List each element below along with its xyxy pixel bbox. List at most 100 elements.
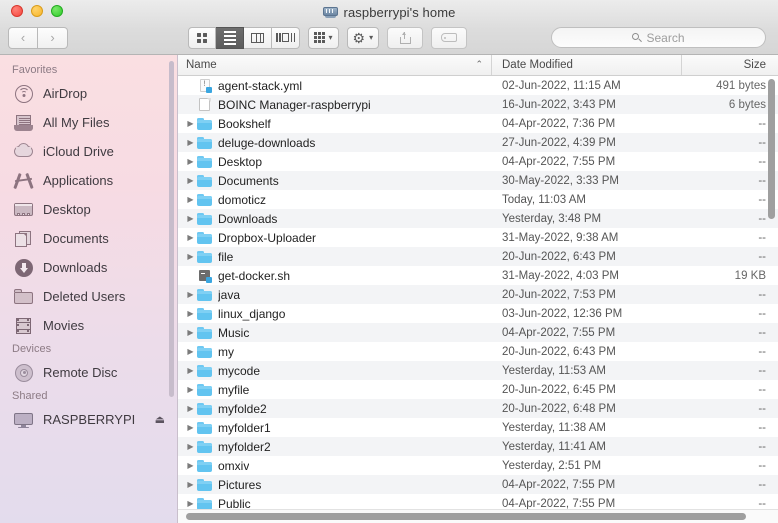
table-row[interactable]: ▶ Bookshelf 04-Apr-2022, 7:36 PM --: [178, 114, 778, 133]
coverflow-view-button[interactable]: [272, 26, 300, 49]
disclosure-triangle-icon[interactable]: ▶: [184, 119, 197, 128]
window-title-label: raspberrypi's home: [343, 4, 456, 20]
disclosure-triangle-icon[interactable]: ▶: [184, 385, 197, 394]
search-field[interactable]: Search: [551, 27, 766, 48]
action-menu-button[interactable]: ⚙ ▾: [346, 26, 380, 49]
table-row[interactable]: ▶! agent-stack.yml 02-Jun-2022, 11:15 AM 49…: [178, 76, 778, 95]
sidebar-item-icloud-drive[interactable]: iCloud Drive: [0, 137, 177, 166]
sidebar-item-downloads[interactable]: Downloads: [0, 253, 177, 282]
table-row[interactable]: ▶ java 20-Jun-2022, 7:53 PM --: [178, 285, 778, 304]
vertical-scrollbar[interactable]: [768, 79, 775, 219]
close-button[interactable]: [11, 5, 23, 17]
table-row[interactable]: ▶ myfolde2 20-Jun-2022, 6:48 PM --: [178, 399, 778, 418]
table-row[interactable]: ▶ Desktop 04-Apr-2022, 7:55 PM --: [178, 152, 778, 171]
table-row[interactable]: ▶ Documents 30-May-2022, 3:33 PM --: [178, 171, 778, 190]
tag-button[interactable]: [431, 26, 468, 49]
minimize-button[interactable]: [31, 5, 43, 17]
folder-icon: [197, 344, 213, 359]
cell-size: --: [758, 193, 766, 206]
file-name-label: Music: [218, 325, 250, 340]
disclosure-triangle-icon[interactable]: ▶: [184, 366, 197, 375]
table-row[interactable]: ▶ deluge-downloads 27-Jun-2022, 4:39 PM --: [178, 133, 778, 152]
eject-icon[interactable]: ⏏: [155, 413, 165, 426]
share-button[interactable]: [387, 26, 424, 49]
disclosure-triangle-icon[interactable]: ▶: [184, 442, 197, 451]
list-icon: [223, 30, 236, 45]
sidebar: Favorites AirDrop All My Files iCloud Dr: [0, 55, 178, 523]
sidebar-item-label: Remote Disc: [43, 365, 118, 380]
table-row[interactable]: ▶ get-docker.sh 31-May-2022, 4:03 PM 19 KB: [178, 266, 778, 285]
cell-size: --: [758, 307, 766, 320]
column-header-date-modified[interactable]: Date Modified: [492, 55, 682, 75]
disclosure-triangle-icon[interactable]: ▶: [184, 157, 197, 166]
disclosure-triangle-icon[interactable]: ▶: [184, 195, 197, 204]
sidebar-item-airdrop[interactable]: AirDrop: [0, 79, 177, 108]
window-title: raspberrypi's home: [0, 2, 778, 22]
sidebar-item-all-my-files[interactable]: All My Files: [0, 108, 177, 137]
sidebar-item-label: Deleted Users: [43, 289, 126, 304]
table-row[interactable]: ▶ Music 04-Apr-2022, 7:55 PM --: [178, 323, 778, 342]
disclosure-spacer: ▶: [184, 100, 197, 109]
zoom-button[interactable]: [51, 5, 63, 17]
share-icon: [399, 31, 411, 44]
sidebar-item-desktop[interactable]: Desktop: [0, 195, 177, 224]
table-row[interactable]: ▶ domoticz Today, 11:03 AM --: [178, 190, 778, 209]
disclosure-triangle-icon[interactable]: ▶: [184, 499, 197, 508]
disclosure-triangle-icon[interactable]: ▶: [184, 290, 197, 299]
cell-size: --: [758, 174, 766, 187]
table-row[interactable]: ▶ Dropbox-Uploader 31-May-2022, 9:38 AM --: [178, 228, 778, 247]
file-name-label: my: [218, 344, 234, 359]
sidebar-scrollbar[interactable]: [169, 61, 174, 397]
horizontal-scrollbar-track[interactable]: [178, 509, 778, 523]
table-row[interactable]: ▶ linux_django 03-Jun-2022, 12:36 PM --: [178, 304, 778, 323]
cell-size: --: [758, 402, 766, 415]
table-row[interactable]: ▶ BOINC Manager-raspberrypi 16-Jun-2022, 3…: [178, 95, 778, 114]
table-row[interactable]: ▶ mycode Yesterday, 11:53 AM --: [178, 361, 778, 380]
cell-name: ▶ Desktop: [178, 154, 492, 169]
list-view-button[interactable]: [216, 26, 244, 49]
disclosure-triangle-icon[interactable]: ▶: [184, 233, 197, 242]
table-row[interactable]: ▶ my 20-Jun-2022, 6:43 PM --: [178, 342, 778, 361]
sidebar-item-movies[interactable]: Movies: [0, 311, 177, 340]
disclosure-triangle-icon[interactable]: ▶: [184, 328, 197, 337]
table-row[interactable]: ▶ myfolder2 Yesterday, 11:41 AM --: [178, 437, 778, 456]
disclosure-spacer: ▶: [184, 81, 197, 90]
disclosure-triangle-icon[interactable]: ▶: [184, 176, 197, 185]
arrange-button[interactable]: ▾: [308, 26, 339, 49]
sidebar-item-raspberrypi[interactable]: RASPBERRYPI ⏏: [0, 405, 177, 434]
sidebar-item-deleted-users[interactable]: Deleted Users: [0, 282, 177, 311]
cell-name: ▶ Bookshelf: [178, 116, 492, 131]
icon-view-button[interactable]: [188, 26, 216, 49]
table-row[interactable]: ▶ myfolder1 Yesterday, 11:38 AM --: [178, 418, 778, 437]
sidebar-item-remote-disc[interactable]: Remote Disc: [0, 358, 177, 387]
cell-date-modified: 04-Apr-2022, 7:36 PM: [502, 117, 616, 130]
disclosure-triangle-icon[interactable]: ▶: [184, 480, 197, 489]
disclosure-triangle-icon[interactable]: ▶: [184, 423, 197, 432]
table-row[interactable]: ▶ Pictures 04-Apr-2022, 7:55 PM --: [178, 475, 778, 494]
disclosure-triangle-icon[interactable]: ▶: [184, 404, 197, 413]
sidebar-item-documents[interactable]: Documents: [0, 224, 177, 253]
column-header-name[interactable]: Name ⌃: [178, 55, 492, 75]
table-row[interactable]: ▶ omxiv Yesterday, 2:51 PM --: [178, 456, 778, 475]
disclosure-triangle-icon[interactable]: ▶: [184, 309, 197, 318]
disclosure-triangle-icon[interactable]: ▶: [184, 461, 197, 470]
disclosure-triangle-icon[interactable]: ▶: [184, 214, 197, 223]
forward-button[interactable]: ›: [38, 26, 68, 49]
table-row[interactable]: ▶ myfile 20-Jun-2022, 6:45 PM --: [178, 380, 778, 399]
sidebar-section-devices-header: Devices: [12, 343, 52, 355]
column-view-button[interactable]: [244, 26, 272, 49]
folder-icon: [197, 230, 213, 245]
table-row[interactable]: ▶ Downloads Yesterday, 3:48 PM --: [178, 209, 778, 228]
cell-name: ▶ linux_django: [178, 306, 492, 321]
column-header-size[interactable]: Size: [682, 55, 778, 75]
disclosure-triangle-icon[interactable]: ▶: [184, 347, 197, 356]
disclosure-triangle-icon[interactable]: ▶: [184, 138, 197, 147]
folder-icon: [197, 173, 213, 188]
sidebar-item-applications[interactable]: Applications: [0, 166, 177, 195]
horizontal-scrollbar-thumb[interactable]: [186, 513, 746, 520]
table-row[interactable]: ▶ file 20-Jun-2022, 6:43 PM --: [178, 247, 778, 266]
cell-date-modified: 27-Jun-2022, 4:39 PM: [502, 136, 616, 149]
disclosure-triangle-icon[interactable]: ▶: [184, 252, 197, 261]
cell-name: ▶ java: [178, 287, 492, 302]
back-button[interactable]: ‹: [8, 26, 38, 49]
